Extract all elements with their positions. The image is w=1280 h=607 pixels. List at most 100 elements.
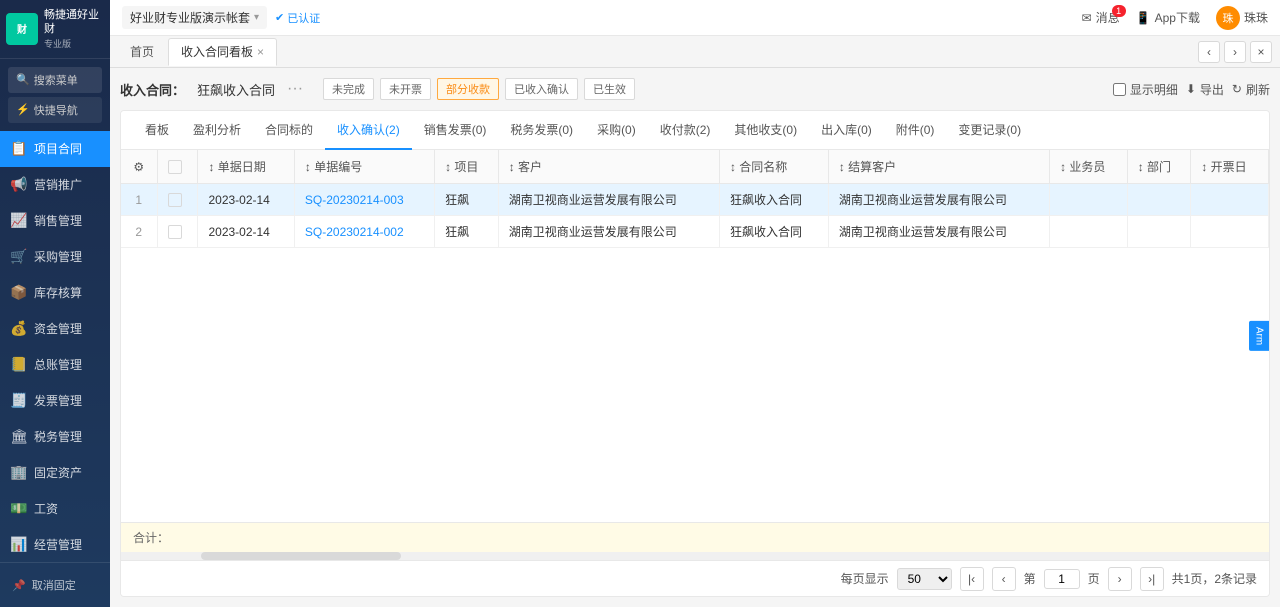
inner-tab-8[interactable]: 其他收支(0): [722, 111, 809, 150]
page-input[interactable]: [1044, 569, 1080, 589]
inner-tab-11[interactable]: 变更记录(0): [946, 111, 1033, 150]
sidebar-item-4[interactable]: 📦 库存核算: [0, 275, 110, 311]
select-all-checkbox[interactable]: [168, 160, 182, 174]
inner-tab-2[interactable]: 合同标的: [253, 111, 325, 150]
table-container[interactable]: ⚙ ↕ 单据日期 ↕ 单据编号 ↕ 项目 ↕ 客户 ↕ 合同名称 ↕ 结算客户 …: [121, 150, 1269, 522]
tab-home[interactable]: 首页: [118, 38, 166, 66]
nav-icon: ⚡: [16, 103, 30, 116]
panel-next-button[interactable]: ›: [1224, 41, 1246, 63]
row-index-0: 1: [121, 184, 157, 216]
per-page-select[interactable]: 50 100 200: [897, 568, 952, 590]
detail-checkbox-input[interactable]: [1113, 83, 1126, 96]
row-invoice-date-0: [1191, 184, 1269, 216]
unpin-button[interactable]: 📌 取消固定: [8, 571, 102, 599]
refresh-button[interactable]: ↻ 刷新: [1232, 81, 1270, 98]
status-tag-2[interactable]: 部分收款: [437, 78, 499, 100]
prev-page-button[interactable]: ‹: [992, 567, 1016, 591]
table-row[interactable]: 2 2023-02-14 SQ-20230214-002 狂飙 湖南卫视商业运营…: [121, 216, 1269, 248]
table-row[interactable]: 1 2023-02-14 SQ-20230214-003 狂飙 湖南卫视商业运营…: [121, 184, 1269, 216]
content-area: 收入合同： 狂飙收入合同 ··· 未完成未开票部分收款已收入确认已生效 显示明细…: [110, 68, 1280, 607]
tab-close-icon[interactable]: ×: [257, 45, 264, 59]
message-button[interactable]: ✉ 消息 1: [1082, 9, 1120, 26]
sidebar-item-6[interactable]: 📒总账管理: [0, 347, 110, 383]
sidebar-item-8[interactable]: 🏛税务管理: [0, 419, 110, 455]
scrollbar-thumb[interactable]: [201, 552, 401, 560]
company-selector[interactable]: 好业财专业版演示帐套 ▾: [122, 6, 267, 29]
user-avatar-area[interactable]: 珠 珠珠: [1216, 6, 1268, 30]
status-tag-0[interactable]: 未完成: [323, 78, 374, 100]
inner-tab-10[interactable]: 附件(0): [884, 111, 947, 150]
sidebar-items: 📋 项目合同 📢营销推广📈销售管理🛒采购管理 📦 库存核算 💰资金管理📒总账管理🧾发票管理…: [0, 131, 110, 562]
tabbar: 首页 收入合同看板 × ‹ › ×: [110, 36, 1280, 68]
sidebar-item-0[interactable]: 📋 项目合同: [0, 131, 110, 167]
last-page-button[interactable]: ›|: [1140, 567, 1164, 591]
number-col-header[interactable]: ↕ 单据编号: [294, 150, 434, 184]
sidebar-item-2[interactable]: 📈销售管理: [0, 203, 110, 239]
total-records-label: 共1页，2条记录: [1172, 570, 1257, 587]
sidebar-item-7[interactable]: 🧾发票管理: [0, 383, 110, 419]
chevron-down-icon: ▾: [254, 12, 259, 23]
row-number-0[interactable]: SQ-20230214-003: [294, 184, 434, 216]
search-menu-button[interactable]: 🔍 搜索菜单: [8, 67, 102, 93]
checkbox-col-header[interactable]: [157, 150, 198, 184]
date-col-header[interactable]: ↕ 单据日期: [198, 150, 294, 184]
salesperson-col-header[interactable]: ↕ 业务员: [1050, 150, 1128, 184]
contract-name-col-header[interactable]: ↕ 合同名称: [719, 150, 828, 184]
app-download-label: App下载: [1155, 9, 1200, 26]
sidebar-item-icon-6: 📒: [10, 356, 28, 374]
sidebar-item-icon-4: 📦: [10, 284, 28, 302]
department-col-header[interactable]: ↕ 部门: [1127, 150, 1191, 184]
show-detail-checkbox[interactable]: 显示明细: [1113, 81, 1178, 98]
unpin-label: 取消固定: [32, 577, 76, 593]
check-icon: ✔: [275, 11, 284, 24]
tab-income-contract[interactable]: 收入合同看板 ×: [168, 38, 277, 66]
sidebar-item-icon-0: 📋: [10, 140, 28, 158]
more-options-icon[interactable]: ···: [287, 80, 303, 98]
invoice-date-col-header[interactable]: ↕ 开票日: [1191, 150, 1269, 184]
export-label: 导出: [1200, 81, 1224, 98]
row-number-1[interactable]: SQ-20230214-002: [294, 216, 434, 248]
horizontal-scrollbar[interactable]: [121, 552, 1269, 560]
arm-float-button[interactable]: Arm: [1249, 321, 1269, 351]
sidebar-item-label-1: 营销推广: [34, 176, 82, 193]
panel-close-button[interactable]: ×: [1250, 41, 1272, 63]
sidebar-item-9[interactable]: 🏢固定资产: [0, 455, 110, 491]
status-tag-3[interactable]: 已收入确认: [505, 78, 578, 100]
inner-tab-7[interactable]: 收付款(2): [648, 111, 723, 150]
customer-col-header[interactable]: ↕ 客户: [498, 150, 719, 184]
panel-prev-button[interactable]: ‹: [1198, 41, 1220, 63]
table-footer: 合计：: [121, 522, 1269, 552]
inner-tab-0[interactable]: 看板: [133, 111, 181, 150]
sidebar-item-1[interactable]: 📢营销推广: [0, 167, 110, 203]
inner-tab-5[interactable]: 税务发票(0): [498, 111, 585, 150]
row-checkbox-0[interactable]: [157, 184, 198, 216]
inner-tabs: 看板盈利分析合同标的收入确认(2)销售发票(0)税务发票(0)采购(0)收付款(…: [121, 111, 1269, 150]
row-checkbox-1[interactable]: [157, 216, 198, 248]
sidebar-bottom[interactable]: 📌 取消固定: [0, 562, 110, 607]
inner-tab-6[interactable]: 采购(0): [585, 111, 648, 150]
sidebar-item-10[interactable]: 💵工资: [0, 491, 110, 527]
status-tag-4[interactable]: 已生效: [584, 78, 635, 100]
inner-tab-9[interactable]: 出入库(0): [809, 111, 884, 150]
user-name: 珠珠: [1244, 9, 1268, 26]
sidebar-item-label-4: 库存核算: [34, 284, 82, 301]
sidebar-item-3[interactable]: 🛒采购管理: [0, 239, 110, 275]
settings-col-header[interactable]: ⚙: [121, 150, 157, 184]
status-tag-1[interactable]: 未开票: [380, 78, 431, 100]
sidebar-item-11[interactable]: 📊经营管理: [0, 527, 110, 562]
sidebar-item-label-0: 项目合同: [34, 140, 82, 157]
row-settlement-customer-1: 湖南卫视商业运营发展有限公司: [828, 216, 1049, 248]
inner-tab-3[interactable]: 收入确认(2): [325, 111, 412, 150]
quick-nav-button[interactable]: ⚡ 快捷导航: [8, 97, 102, 123]
inner-tab-1[interactable]: 盈利分析: [181, 111, 253, 150]
pagination-bar: 每页显示 50 100 200 |‹ ‹ 第 页 › ›| 共1页，2条记录: [121, 560, 1269, 596]
sidebar-item-5[interactable]: 💰资金管理: [0, 311, 110, 347]
inner-tab-4[interactable]: 销售发票(0): [412, 111, 499, 150]
first-page-button[interactable]: |‹: [960, 567, 984, 591]
app-download-button[interactable]: 📱 App下载: [1136, 9, 1200, 26]
next-page-button[interactable]: ›: [1108, 567, 1132, 591]
project-col-header[interactable]: ↕ 项目: [435, 150, 499, 184]
sidebar-item-icon-7: 🧾: [10, 392, 28, 410]
settlement-customer-col-header[interactable]: ↕ 结算客户: [828, 150, 1049, 184]
export-button[interactable]: ⬇ 导出: [1186, 81, 1224, 98]
